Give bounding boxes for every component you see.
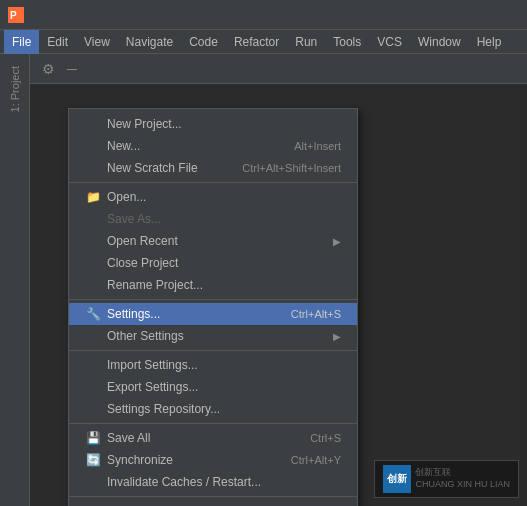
menu-item-print: 🖨 Print... [69,500,357,506]
app-logo: P [8,7,24,23]
menu-view[interactable]: View [76,30,118,54]
settings-icon: 🔧 [85,307,101,321]
menu-help[interactable]: Help [469,30,510,54]
new-project-label: New Project... [107,117,341,131]
menu-item-open-recent[interactable]: Open Recent ▶ [69,230,357,252]
svg-text:P: P [10,10,17,21]
menu-item-save-all[interactable]: 💾 Save All Ctrl+S [69,427,357,449]
synchronize-shortcut: Ctrl+Alt+Y [291,454,341,466]
menu-edit[interactable]: Edit [39,30,76,54]
save-all-label: Save All [107,431,294,445]
other-settings-arrow: ▶ [333,331,341,342]
other-settings-label: Other Settings [107,329,325,343]
menu-item-other-settings[interactable]: Other Settings ▶ [69,325,357,347]
menu-item-new[interactable]: New... Alt+Insert [69,135,357,157]
menu-run[interactable]: Run [287,30,325,54]
settings-label: Settings... [107,307,275,321]
sync-icon: 🔄 [85,453,101,467]
menu-vcs[interactable]: VCS [369,30,410,54]
menu-refactor[interactable]: Refactor [226,30,287,54]
new-label: New... [107,139,278,153]
gear-icon[interactable]: ⚙ [38,59,58,79]
menu-item-settings[interactable]: 🔧 Settings... Ctrl+Alt+S [69,303,357,325]
content-area: ⚙ ─ New Project... New... Alt+Insert New… [30,54,527,506]
menu-bar: File Edit View Navigate Code Refactor Ru… [0,30,527,54]
separator-5 [69,496,357,497]
file-menu-dropdown: New Project... New... Alt+Insert New Scr… [68,108,358,506]
new-scratch-label: New Scratch File [107,161,226,175]
save-as-label: Save As... [107,212,341,226]
sidebar: 1: Project [0,54,30,506]
menu-item-export-settings[interactable]: Export Settings... [69,376,357,398]
open-label: Open... [107,190,341,204]
menu-item-import-settings[interactable]: Import Settings... [69,354,357,376]
synchronize-label: Synchronize [107,453,275,467]
main-layout: 1: Project ⚙ ─ New Project... New... Alt… [0,54,527,506]
separator-4 [69,423,357,424]
menu-code[interactable]: Code [181,30,226,54]
menu-window[interactable]: Window [410,30,469,54]
menu-item-close-project[interactable]: Close Project [69,252,357,274]
menu-item-synchronize[interactable]: 🔄 Synchronize Ctrl+Alt+Y [69,449,357,471]
watermark: 创新 创新互联 CHUANG XIN HU LIAN [374,460,519,498]
settings-shortcut: Ctrl+Alt+S [291,308,341,320]
separator-2 [69,299,357,300]
rename-project-label: Rename Project... [107,278,341,292]
sidebar-project-tab[interactable]: 1: Project [5,58,25,120]
menu-item-invalidate-caches[interactable]: Invalidate Caches / Restart... [69,471,357,493]
menu-item-rename-project[interactable]: Rename Project... [69,274,357,296]
import-settings-label: Import Settings... [107,358,341,372]
menu-navigate[interactable]: Navigate [118,30,181,54]
open-recent-arrow: ▶ [333,236,341,247]
separator-3 [69,350,357,351]
open-icon: 📁 [85,190,101,204]
menu-tools[interactable]: Tools [325,30,369,54]
menu-file[interactable]: File [4,30,39,54]
new-scratch-shortcut: Ctrl+Alt+Shift+Insert [242,162,341,174]
menu-item-settings-repo[interactable]: Settings Repository... [69,398,357,420]
menu-item-save-as: Save As... [69,208,357,230]
title-bar: P [0,0,527,30]
toolbar-strip: ⚙ ─ [30,54,527,84]
menu-item-new-project[interactable]: New Project... [69,113,357,135]
settings-repo-label: Settings Repository... [107,402,341,416]
open-recent-label: Open Recent [107,234,325,248]
watermark-text: 创新互联 CHUANG XIN HU LIAN [415,467,510,490]
save-all-shortcut: Ctrl+S [310,432,341,444]
menu-item-new-scratch[interactable]: New Scratch File Ctrl+Alt+Shift+Insert [69,157,357,179]
new-shortcut: Alt+Insert [294,140,341,152]
save-all-icon: 💾 [85,431,101,445]
invalidate-caches-label: Invalidate Caches / Restart... [107,475,341,489]
close-project-label: Close Project [107,256,341,270]
menu-item-open[interactable]: 📁 Open... [69,186,357,208]
minimize-icon[interactable]: ─ [62,59,82,79]
separator-1 [69,182,357,183]
export-settings-label: Export Settings... [107,380,341,394]
